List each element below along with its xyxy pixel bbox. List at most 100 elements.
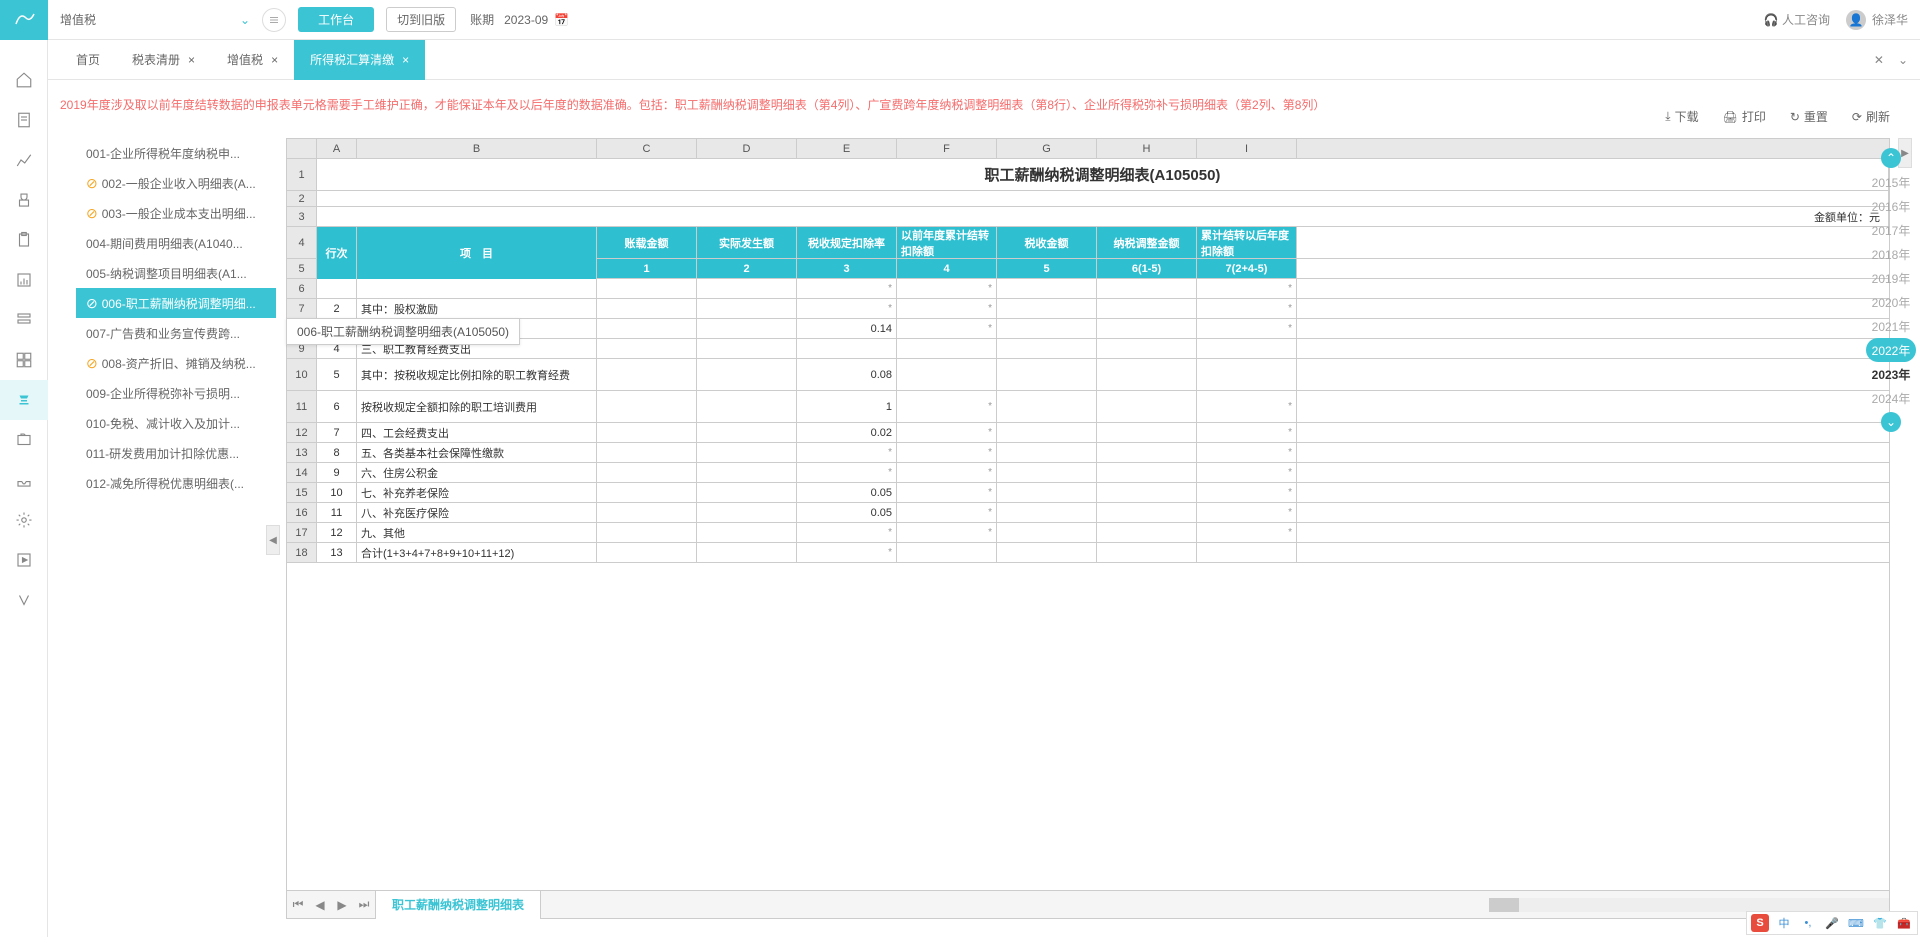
cell[interactable]	[597, 443, 697, 462]
cell[interactable]	[997, 523, 1097, 542]
row-number[interactable]: 10	[287, 359, 317, 390]
cell[interactable]	[1097, 299, 1197, 318]
cell[interactable]	[697, 299, 797, 318]
ime-punct-icon[interactable]: •,	[1799, 914, 1817, 932]
cell[interactable]: *	[797, 279, 897, 298]
sidebar-item[interactable]: 004-期间费用明细表(A1040...	[76, 228, 276, 258]
cell[interactable]	[997, 299, 1097, 318]
sidebar-item[interactable]: 011-研发费用加计扣除优惠...	[76, 438, 276, 468]
cell[interactable]: 5	[317, 359, 357, 390]
cell[interactable]	[357, 279, 597, 298]
year-option[interactable]: 2022年	[1866, 338, 1916, 362]
nav-v-icon[interactable]	[0, 580, 48, 620]
year-option[interactable]: 2024年	[1866, 386, 1916, 410]
sidebar-item[interactable]: ⊘003-一般企业成本支出明细...	[76, 198, 276, 228]
cell[interactable]: 2	[317, 299, 357, 318]
nav-template-icon[interactable]	[0, 300, 48, 340]
horizontal-scrollbar[interactable]	[1489, 898, 1889, 912]
close-icon[interactable]: ×	[188, 53, 195, 67]
cell[interactable]	[697, 543, 797, 562]
cell[interactable]	[697, 279, 797, 298]
tab[interactable]: 首页	[60, 40, 116, 80]
cell[interactable]: *	[897, 483, 997, 502]
cell[interactable]: *	[897, 299, 997, 318]
nav-folder-icon[interactable]	[0, 420, 48, 460]
close-icon[interactable]: ×	[271, 53, 278, 67]
nav-tax-icon[interactable]	[0, 380, 48, 420]
cell[interactable]: 13	[317, 543, 357, 562]
cell[interactable]	[997, 543, 1097, 562]
col-header[interactable]: C	[597, 139, 697, 158]
sheet-tab[interactable]: 职工薪酬纳税调整明细表	[375, 891, 541, 919]
row-number[interactable]: 12	[287, 423, 317, 442]
cell[interactable]	[997, 463, 1097, 482]
sidebar-item[interactable]: 010-免税、减计收入及加计...	[76, 408, 276, 438]
cell[interactable]	[697, 443, 797, 462]
year-option[interactable]: 2018年	[1866, 242, 1916, 266]
cell[interactable]	[1097, 339, 1197, 358]
cell[interactable]: *	[797, 443, 897, 462]
tab[interactable]: 税表清册×	[116, 40, 211, 80]
row-number[interactable]: 5	[287, 259, 317, 278]
row-number[interactable]: 16	[287, 503, 317, 522]
cell[interactable]: 六、住房公积金	[357, 463, 597, 482]
cell[interactable]	[1097, 483, 1197, 502]
tab[interactable]: 增值税×	[211, 40, 294, 80]
row-number[interactable]: 17	[287, 523, 317, 542]
row-number[interactable]: 13	[287, 443, 317, 462]
download-button[interactable]: ⤓ 下载	[1665, 108, 1698, 125]
cell[interactable]	[1097, 359, 1197, 390]
cell[interactable]	[697, 463, 797, 482]
cell[interactable]: 0.14	[797, 319, 897, 338]
cell[interactable]	[697, 391, 797, 422]
user-menu[interactable]: 👤 徐泽华	[1846, 10, 1908, 30]
cell[interactable]	[597, 483, 697, 502]
close-icon[interactable]: ×	[402, 53, 409, 67]
row-number[interactable]: 1	[287, 159, 317, 190]
col-header[interactable]: I	[1197, 139, 1297, 158]
nav-report-icon[interactable]	[0, 260, 48, 300]
cell[interactable]: 6	[317, 391, 357, 422]
year-option[interactable]: 2023年	[1866, 362, 1916, 386]
col-header[interactable]: H	[1097, 139, 1197, 158]
cell[interactable]	[697, 503, 797, 522]
year-option[interactable]: 2015年	[1866, 170, 1916, 194]
cell[interactable]	[1097, 503, 1197, 522]
cell[interactable]: *	[897, 503, 997, 522]
nav-doc-icon[interactable]	[0, 100, 48, 140]
row-number[interactable]: 2	[287, 191, 317, 206]
cell[interactable]: *	[1197, 391, 1297, 422]
cell[interactable]: 1	[797, 391, 897, 422]
cell[interactable]	[697, 483, 797, 502]
ime-skin-icon[interactable]: 👕	[1871, 914, 1889, 932]
cell[interactable]	[317, 279, 357, 298]
row-number[interactable]: 15	[287, 483, 317, 502]
year-option[interactable]: 2021年	[1866, 314, 1916, 338]
row-number[interactable]: 4	[287, 227, 317, 258]
cell[interactable]: *	[1197, 299, 1297, 318]
cell[interactable]: 0.05	[797, 503, 897, 522]
cell[interactable]	[1197, 543, 1297, 562]
cell[interactable]: 其中：按税收规定比例扣除的职工教育经费	[357, 359, 597, 390]
cell[interactable]: 合计(1+3+4+7+8+9+10+11+12)	[357, 543, 597, 562]
cell[interactable]	[997, 319, 1097, 338]
cell[interactable]	[1197, 359, 1297, 390]
cell[interactable]	[897, 339, 997, 358]
cell[interactable]: *	[1197, 319, 1297, 338]
cell[interactable]: 12	[317, 523, 357, 542]
sidebar-item[interactable]: ⊘008-资产折旧、摊销及纳税...	[76, 348, 276, 378]
cell[interactable]	[597, 279, 697, 298]
ime-mic-icon[interactable]: 🎤	[1823, 914, 1841, 932]
cell[interactable]: *	[897, 391, 997, 422]
cell[interactable]	[597, 319, 697, 338]
cell[interactable]	[1097, 523, 1197, 542]
collapse-sidebar-handle[interactable]: ◀	[266, 525, 280, 555]
cell[interactable]: *	[1197, 503, 1297, 522]
tab[interactable]: 所得税汇算清缴×	[294, 40, 425, 80]
cell[interactable]: 11	[317, 503, 357, 522]
nav-grid-icon[interactable]	[0, 340, 48, 380]
cell[interactable]	[1197, 339, 1297, 358]
cell[interactable]: *	[1197, 279, 1297, 298]
period-value[interactable]: 2023-09	[504, 13, 548, 27]
cell[interactable]	[697, 523, 797, 542]
